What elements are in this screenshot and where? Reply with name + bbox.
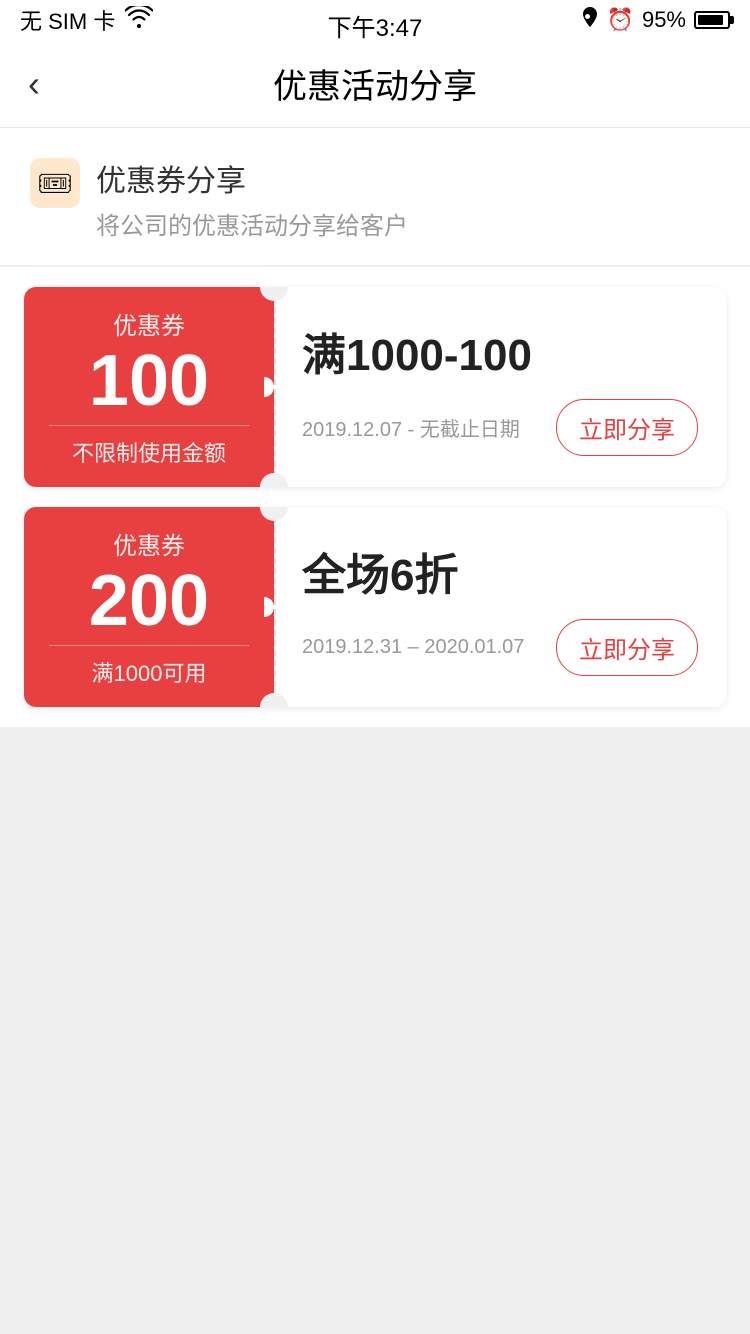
coupon-card-1: 优惠券 200 满1000可用 全场6折 2019.12.31 – 2020.0… — [24, 507, 726, 707]
alarm-icon: ⏰ — [607, 7, 634, 33]
page-title: 优惠活动分享 — [273, 59, 477, 108]
wifi-icon — [125, 6, 153, 34]
coupon-condition-0: 不限制使用金额 — [72, 436, 226, 468]
battery-icon — [694, 11, 730, 29]
section-header: 🎟 优惠券分享 将公司的优惠活动分享给客户 — [0, 128, 750, 265]
coupon-amount-0: 100 — [89, 345, 209, 417]
location-icon — [581, 6, 599, 34]
nav-bar: ‹ 优惠活动分享 — [0, 40, 750, 128]
coupon-left-1: 优惠券 200 满1000可用 — [24, 507, 274, 707]
coupon-dashed-1 — [274, 517, 276, 697]
back-button[interactable]: ‹ — [28, 66, 40, 102]
coupon-divider-0 — [49, 425, 249, 426]
coupon-right-1: 全场6折 2019.12.31 – 2020.01.07 立即分享 — [274, 507, 726, 707]
coupon-right-0: 满1000-100 2019.12.07 - 无截止日期 立即分享 — [274, 287, 726, 487]
coupon-left-0: 优惠券 100 不限制使用金额 — [24, 287, 274, 487]
coupon-label-0: 优惠券 — [113, 306, 185, 341]
coupon-info-row-1: 2019.12.31 – 2020.01.07 立即分享 — [302, 619, 698, 676]
section-subtitle: 将公司的优惠活动分享给客户 — [96, 206, 408, 241]
status-right: ⏰ 95% — [581, 6, 730, 34]
section-icon: 🎟 — [30, 158, 80, 208]
battery-percent: 95% — [642, 7, 686, 33]
status-left: 无 SIM 卡 — [20, 4, 153, 36]
section-title: 优惠券分享 — [96, 156, 408, 200]
coupon-list: 优惠券 100 不限制使用金额 满1000-100 2019.12.07 - 无… — [0, 267, 750, 727]
carrier-text: 无 SIM 卡 — [20, 4, 115, 36]
coupon-date-0: 2019.12.07 - 无截止日期 — [302, 413, 520, 442]
section-text: 优惠券分享 将公司的优惠活动分享给客户 — [96, 156, 408, 241]
coupon-share-button-0[interactable]: 立即分享 — [556, 399, 698, 456]
coupon-date-1: 2019.12.31 – 2020.01.07 — [302, 636, 524, 659]
coupon-info-row-0: 2019.12.07 - 无截止日期 立即分享 — [302, 399, 698, 456]
coupon-amount-1: 200 — [89, 565, 209, 637]
bottom-area — [0, 727, 750, 1277]
coupon-divider-1 — [49, 645, 249, 646]
coupon-label-1: 优惠券 — [113, 526, 185, 561]
coupon-dashed-0 — [274, 297, 276, 477]
coupon-card-0: 优惠券 100 不限制使用金额 满1000-100 2019.12.07 - 无… — [24, 287, 726, 487]
coupon-name-1: 全场6折 — [302, 539, 698, 603]
status-bar: 无 SIM 卡 下午3:47 ⏰ 95% — [0, 0, 750, 40]
coupon-name-0: 满1000-100 — [302, 319, 698, 383]
status-time: 下午3:47 — [328, 8, 423, 43]
coupon-share-button-1[interactable]: 立即分享 — [556, 619, 698, 676]
coupon-condition-1: 满1000可用 — [92, 656, 207, 688]
